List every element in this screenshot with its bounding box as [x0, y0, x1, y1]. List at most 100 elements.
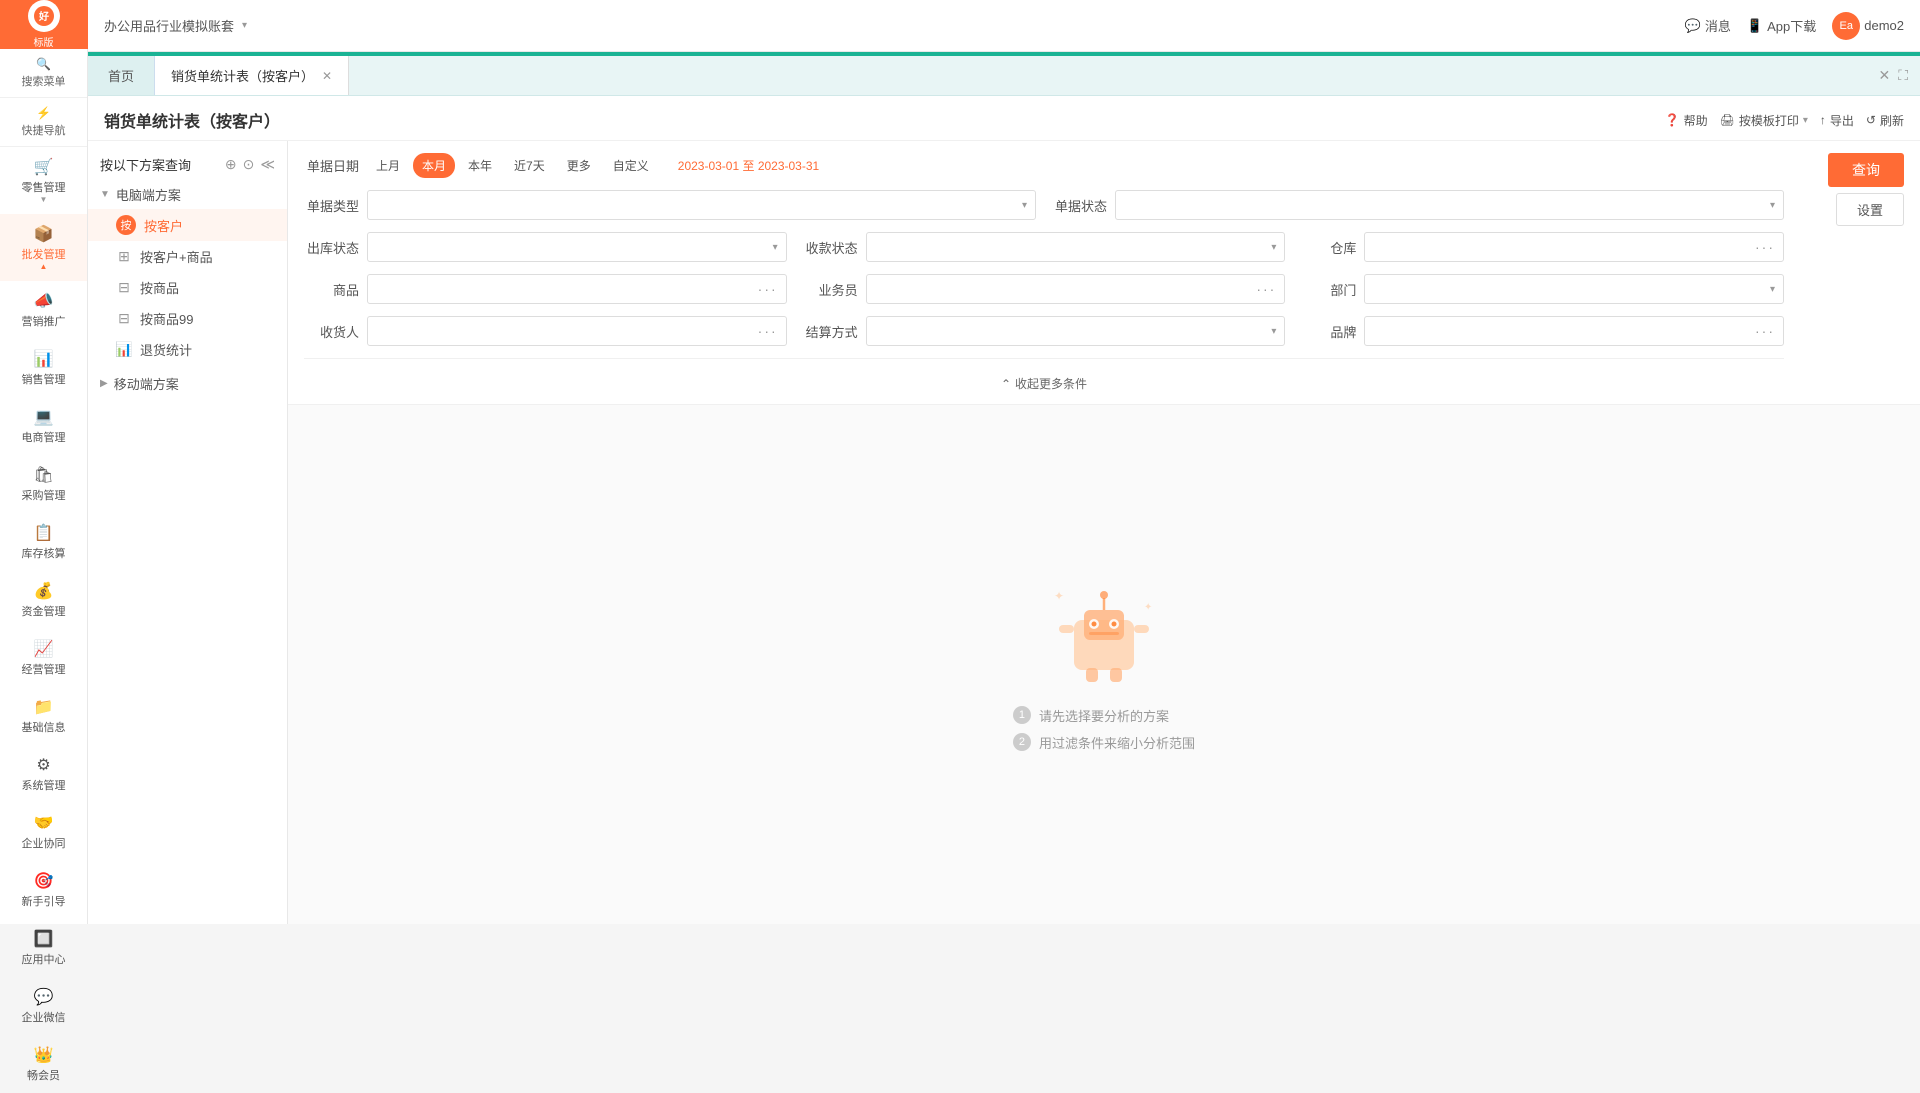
query-button[interactable]: 查询 — [1828, 153, 1904, 187]
filter-brand-input[interactable]: ··· — [1364, 316, 1784, 346]
date-tab-more[interactable]: 更多 — [558, 153, 600, 178]
page-header: 销货单统计表（按客户） ❓ 帮助 🖨 按模板打印 ▾ ↑ 导出 ↺ 刷新 — [88, 96, 1920, 141]
sidebar-item-retail[interactable]: 🛒 零售管理 ▼ — [0, 147, 87, 214]
date-tab-last-month[interactable]: 上月 — [367, 153, 409, 178]
app-download-btn[interactable]: 📱 App下载 — [1747, 16, 1816, 35]
scheme-group-desktop-title[interactable]: ▼ 电脑端方案 — [88, 180, 287, 209]
filter-salesperson-label: 业务员 — [803, 280, 858, 299]
scheme-item-by-goods[interactable]: ⊟ 按商品 — [88, 272, 287, 303]
filter-dept-label: 部门 — [1301, 280, 1356, 299]
export-icon: ↑ — [1820, 113, 1826, 127]
sidebar-item-guide[interactable]: 🎯 新手引导 — [0, 861, 87, 919]
sidebar-item-wechat[interactable]: 💬 企业微信 — [0, 977, 87, 1035]
date-tab-this-month[interactable]: 本月 — [413, 153, 455, 178]
operations-label: 经营管理 — [22, 661, 66, 677]
scheme-item-goods99[interactable]: ⊟ 按商品99 — [88, 303, 287, 334]
guide-icon: 🎯 — [34, 871, 54, 891]
sidebar-item-wholesale[interactable]: 📦 批发管理 ▲ — [0, 214, 87, 281]
ecommerce-icon: 💻 — [34, 407, 54, 427]
sidebar-item-marketing[interactable]: 📣 营销推广 — [0, 281, 87, 339]
filter-goods-label: 商品 — [304, 280, 359, 299]
sidebar-item-purchase[interactable]: 🛍 采购管理 — [0, 455, 87, 513]
scheme-add-icon[interactable]: ⊕ — [225, 156, 237, 173]
hint2-num: 2 — [1013, 733, 1031, 751]
scheme-item-active-icon: 按 — [116, 215, 136, 235]
filter-type-input[interactable]: ▾ — [367, 190, 1036, 220]
tab-active[interactable]: 销货单统计表（按客户） ✕ — [155, 56, 349, 95]
collab-icon: 🤝 — [34, 813, 54, 833]
filter-payment-input[interactable]: ▾ — [866, 232, 1286, 262]
scheme-item-table-icon: ⊟ — [116, 280, 132, 296]
wholesale-label: 批发管理 — [22, 246, 66, 262]
sidebar-item-system[interactable]: ⚙ 系统管理 — [0, 745, 87, 803]
right-panel: 单据日期 上月 本月 本年 近7天 更多 自定义 2023-03-01 至 20… — [288, 141, 1920, 924]
filter-item-dept: 部门 ▾ — [1301, 274, 1784, 304]
refresh-label: 刷新 — [1880, 112, 1904, 129]
collapse-label: 收起更多条件 — [1015, 375, 1087, 392]
sidebar-item-finance[interactable]: 💰 资金管理 — [0, 571, 87, 629]
settings-button[interactable]: 设置 — [1836, 193, 1904, 226]
sidebar-item-basic-info[interactable]: 📁 基础信息 — [0, 687, 87, 745]
filter-payment-method-input[interactable]: ▾ — [866, 316, 1286, 346]
help-btn[interactable]: ❓ 帮助 — [1665, 112, 1708, 129]
window-maximize-icon[interactable]: ⛶ — [1898, 67, 1908, 84]
quick-nav-item[interactable]: ⚡ 快捷导航 — [0, 98, 87, 147]
scheme-panel-header: 按以下方案查询 ⊕ ⊙ ≪ — [88, 149, 287, 180]
export-label: 导出 — [1830, 112, 1854, 129]
filter-receiver-dots-icon: ··· — [758, 323, 778, 339]
scheme-collapse-icon[interactable]: ≪ — [260, 156, 275, 173]
scheme-item-chart-icon: 📊 — [116, 342, 132, 358]
filter-item-type: 单据类型 ▾ — [304, 190, 1036, 220]
member-label: 畅会员 — [27, 1067, 60, 1083]
scheme-group-mobile-title[interactable]: ▶ 移动端方案 — [88, 369, 287, 398]
inventory-icon: 📋 — [34, 523, 54, 543]
sidebar-item-operations[interactable]: 📈 经营管理 — [0, 629, 87, 687]
date-tab-7days[interactable]: 近7天 — [505, 153, 554, 178]
filter-payment-method-arrow-icon: ▾ — [1271, 326, 1276, 337]
retail-icon: 🛒 — [34, 157, 54, 177]
topbar: 办公用品行业模拟账套 ▾ 💬 消息 📱 App下载 Ea demo2 — [88, 0, 1920, 52]
message-btn[interactable]: 💬 消息 — [1685, 16, 1731, 35]
refresh-btn[interactable]: ↺ 刷新 — [1866, 112, 1904, 129]
scheme-settings-icon[interactable]: ⊙ — [243, 156, 255, 173]
user-profile[interactable]: Ea demo2 — [1832, 12, 1904, 40]
filter-warehouse-input[interactable]: ··· — [1364, 232, 1784, 262]
sidebar-item-collab[interactable]: 🤝 企业协同 — [0, 803, 87, 861]
tab-home[interactable]: 首页 — [88, 56, 155, 95]
collapse-filter-btn[interactable]: ⌃ 收起更多条件 — [1001, 369, 1087, 398]
filter-status-input[interactable]: ▾ — [1115, 190, 1784, 220]
purchase-label: 采购管理 — [22, 487, 66, 503]
filter-dept-input[interactable]: ▾ — [1364, 274, 1784, 304]
collab-label: 企业协同 — [22, 835, 66, 851]
wholesale-arrow-icon: ▲ — [40, 262, 48, 271]
scheme-item-by-customer[interactable]: 按 按客户 — [88, 209, 287, 241]
scheme-item-return-stats[interactable]: 📊 退货统计 — [88, 334, 287, 365]
filter-collapse-bar: ⌃ 收起更多条件 — [304, 358, 1784, 404]
window-close-icon[interactable]: ✕ — [1878, 67, 1890, 84]
sidebar-item-sales[interactable]: 📊 销售管理 — [0, 339, 87, 397]
sales-icon: 📊 — [34, 349, 54, 369]
filter-brand-dots-icon: ··· — [1755, 323, 1775, 339]
tab-close-icon[interactable]: ✕ — [322, 69, 332, 83]
filter-outbound-input[interactable]: ▾ — [367, 232, 787, 262]
search-menu-item[interactable]: 🔍 搜索菜单 — [0, 49, 87, 98]
filter-salesperson-input[interactable]: ··· — [866, 274, 1286, 304]
date-tab-this-year[interactable]: 本年 — [459, 153, 501, 178]
collapse-icon: ⌃ — [1001, 377, 1011, 391]
export-btn[interactable]: ↑ 导出 — [1820, 112, 1854, 129]
sidebar-item-inventory[interactable]: 📋 库存核算 — [0, 513, 87, 571]
tabbar: 首页 销货单统计表（按客户） ✕ ✕ ⛶ — [88, 56, 1920, 96]
sidebar-item-ecommerce[interactable]: 💻 电商管理 — [0, 397, 87, 455]
scheme-header-icons: ⊕ ⊙ ≪ — [225, 156, 275, 173]
topbar-dropdown-icon[interactable]: ▾ — [242, 20, 247, 31]
date-tab-custom[interactable]: 自定义 — [604, 153, 658, 178]
scheme-item-customer-goods[interactable]: ⊞ 按客户+商品 — [88, 241, 287, 272]
filter-goods-input[interactable]: ··· — [367, 274, 787, 304]
wechat-icon: 💬 — [34, 987, 54, 1007]
filter-receiver-input[interactable]: ··· — [367, 316, 787, 346]
message-icon: 💬 — [1685, 18, 1701, 34]
sidebar-item-member[interactable]: 👑 畅会员 — [0, 1035, 87, 1093]
filter-warehouse-dots-icon: ··· — [1755, 239, 1775, 255]
sidebar-item-app-center[interactable]: 🔲 应用中心 — [0, 919, 87, 977]
print-btn[interactable]: 🖨 按模板打印 ▾ — [1720, 112, 1808, 129]
